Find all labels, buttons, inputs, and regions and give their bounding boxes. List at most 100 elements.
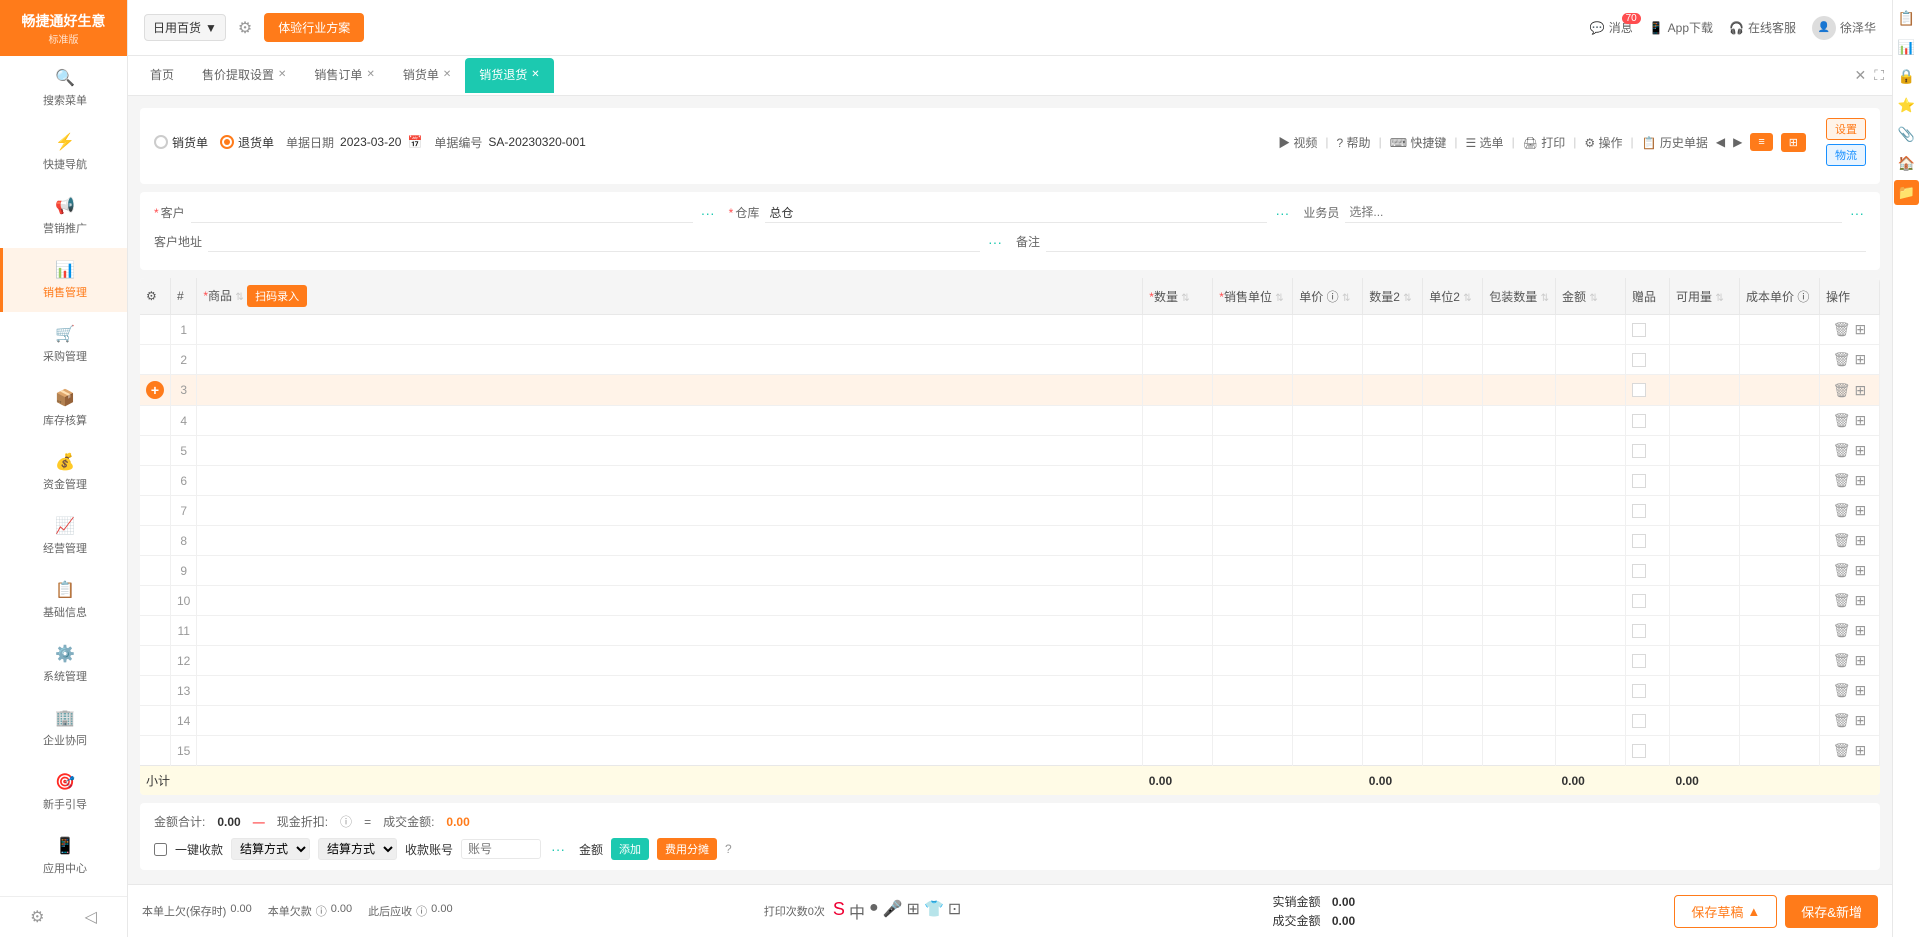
copy-icon-8[interactable]: ⊞ (1855, 532, 1867, 549)
row-pack-11[interactable] (1483, 616, 1556, 646)
copy-icon-15[interactable]: ⊞ (1855, 742, 1867, 759)
tab-sale-order-close[interactable]: ✕ (366, 69, 374, 80)
sidebar-item-sales[interactable]: 📊 销售管理 (0, 248, 127, 312)
logistics-btn[interactable]: 物流 (1826, 144, 1866, 166)
row-unit-6[interactable] (1213, 466, 1293, 496)
debt-icon[interactable]: ⓘ (316, 903, 327, 919)
row-qty2-7[interactable] (1363, 496, 1423, 526)
row-gift-4[interactable] (1626, 406, 1670, 436)
sidebar-item-finance[interactable]: 💰 资金管理 (0, 440, 127, 504)
delete-icon-9[interactable]: 🗑 (1833, 562, 1851, 579)
delete-icon-1[interactable]: 🗑 (1833, 321, 1851, 338)
row-unit2-2[interactable] (1423, 345, 1483, 375)
row-unit2-7[interactable] (1423, 496, 1483, 526)
sidebar-item-operations[interactable]: 📈 经营管理 (0, 504, 127, 568)
row-unit2-3[interactable] (1423, 375, 1483, 406)
row-pack-5[interactable] (1483, 436, 1556, 466)
row-unit2-15[interactable] (1423, 736, 1483, 766)
product-input-11[interactable] (203, 623, 1136, 639)
qty-input-6[interactable] (1149, 473, 1206, 489)
qty-input-10[interactable] (1149, 593, 1206, 609)
row-unit2-13[interactable] (1423, 676, 1483, 706)
product-input-5[interactable] (203, 443, 1136, 459)
row-pack-2[interactable] (1483, 345, 1556, 375)
right-icon-5[interactable]: 📎 (1894, 122, 1919, 147)
radio-return[interactable]: 退货单 (220, 134, 274, 151)
row-cost-15[interactable] (1740, 736, 1820, 766)
row-cost-6[interactable] (1740, 466, 1820, 496)
row-gift-7[interactable] (1626, 496, 1670, 526)
row-pack-15[interactable] (1483, 736, 1556, 766)
copy-icon-10[interactable]: ⊞ (1855, 592, 1867, 609)
row-amount-2[interactable] (1556, 345, 1626, 375)
gift-checkbox-11[interactable] (1632, 624, 1646, 638)
gift-checkbox-1[interactable] (1632, 323, 1646, 337)
tab-sale-order[interactable]: 销售订单 ✕ (300, 58, 388, 93)
row-qty-12[interactable] (1143, 646, 1213, 676)
copy-icon-6[interactable]: ⊞ (1855, 472, 1867, 489)
row-unit-15[interactable] (1213, 736, 1293, 766)
right-icon-7[interactable]: 📁 (1894, 180, 1919, 205)
row-gift-6[interactable] (1626, 466, 1670, 496)
row-product-10[interactable] (197, 586, 1143, 616)
row-qty2-5[interactable] (1363, 436, 1423, 466)
tab-sale-return[interactable]: 销货退货 ✕ (465, 58, 553, 93)
row-price-10[interactable] (1293, 586, 1363, 616)
row-cost-13[interactable] (1740, 676, 1820, 706)
row-qty-13[interactable] (1143, 676, 1213, 706)
row-qty2-2[interactable] (1363, 345, 1423, 375)
row-amount-13[interactable] (1556, 676, 1626, 706)
row-unit2-5[interactable] (1423, 436, 1483, 466)
row-qty-8[interactable] (1143, 526, 1213, 556)
operation-btn[interactable]: ⚙ 操作 (1584, 134, 1622, 151)
tab-sale-delivery[interactable]: 销货单 ✕ (389, 58, 465, 93)
row-price-2[interactable] (1293, 345, 1363, 375)
row-cost-2[interactable] (1740, 345, 1820, 375)
row-pack-6[interactable] (1483, 466, 1556, 496)
row-avail-15[interactable] (1670, 736, 1740, 766)
qty-input-1[interactable] (1149, 322, 1206, 338)
customer-select-btn[interactable]: ··· (699, 203, 717, 223)
row-qty-6[interactable] (1143, 466, 1213, 496)
unit-input-11[interactable] (1219, 623, 1286, 639)
row-product-1[interactable] (197, 315, 1143, 345)
row-gift-2[interactable] (1626, 345, 1670, 375)
row-cost-1[interactable] (1740, 315, 1820, 345)
row-avail-5[interactable] (1670, 436, 1740, 466)
gift-checkbox-6[interactable] (1632, 474, 1646, 488)
row-cost-5[interactable] (1740, 436, 1820, 466)
row-gift-15[interactable] (1626, 736, 1670, 766)
qty-input-7[interactable] (1149, 503, 1206, 519)
delete-icon-3[interactable]: 🗑 (1833, 382, 1851, 399)
settings-btn[interactable]: 设置 (1826, 118, 1866, 140)
add-btn[interactable]: 添加 (611, 838, 649, 860)
customer-input[interactable] (191, 202, 693, 223)
row-pack-13[interactable] (1483, 676, 1556, 706)
right-icon-1[interactable]: 📋 (1894, 6, 1919, 31)
row-amount-12[interactable] (1556, 646, 1626, 676)
tab-sale-delivery-close[interactable]: ✕ (443, 69, 451, 80)
one-click-pay-checkbox[interactable] (154, 843, 167, 856)
row-product-3[interactable] (197, 375, 1143, 406)
gift-checkbox-8[interactable] (1632, 534, 1646, 548)
sidebar-item-purchase[interactable]: 🛒 采购管理 (0, 312, 127, 376)
row-pack-1[interactable] (1483, 315, 1556, 345)
row-avail-3[interactable] (1670, 375, 1740, 406)
row-amount-4[interactable] (1556, 406, 1626, 436)
row-product-15[interactable] (197, 736, 1143, 766)
row-unit-2[interactable] (1213, 345, 1293, 375)
row-qty-5[interactable] (1143, 436, 1213, 466)
row-gift-12[interactable] (1626, 646, 1670, 676)
row-qty2-3[interactable] (1363, 375, 1423, 406)
row-pack-4[interactable] (1483, 406, 1556, 436)
online-service-item[interactable]: 🎧 在线客服 (1729, 19, 1796, 36)
sidebar-item-newbie[interactable]: 🎯 新手引导 (0, 760, 127, 824)
breadcrumb-select[interactable]: 日用百货 ▼ (144, 14, 226, 41)
row-unit-4[interactable] (1213, 406, 1293, 436)
row-price-13[interactable] (1293, 676, 1363, 706)
receivable-icon[interactable]: ⓘ (416, 903, 427, 919)
row-amount-11[interactable] (1556, 616, 1626, 646)
row-avail-4[interactable] (1670, 406, 1740, 436)
print-btn[interactable]: 🖨 打印 (1523, 134, 1566, 151)
price-sort-icon[interactable]: ⇅ (1342, 293, 1350, 304)
